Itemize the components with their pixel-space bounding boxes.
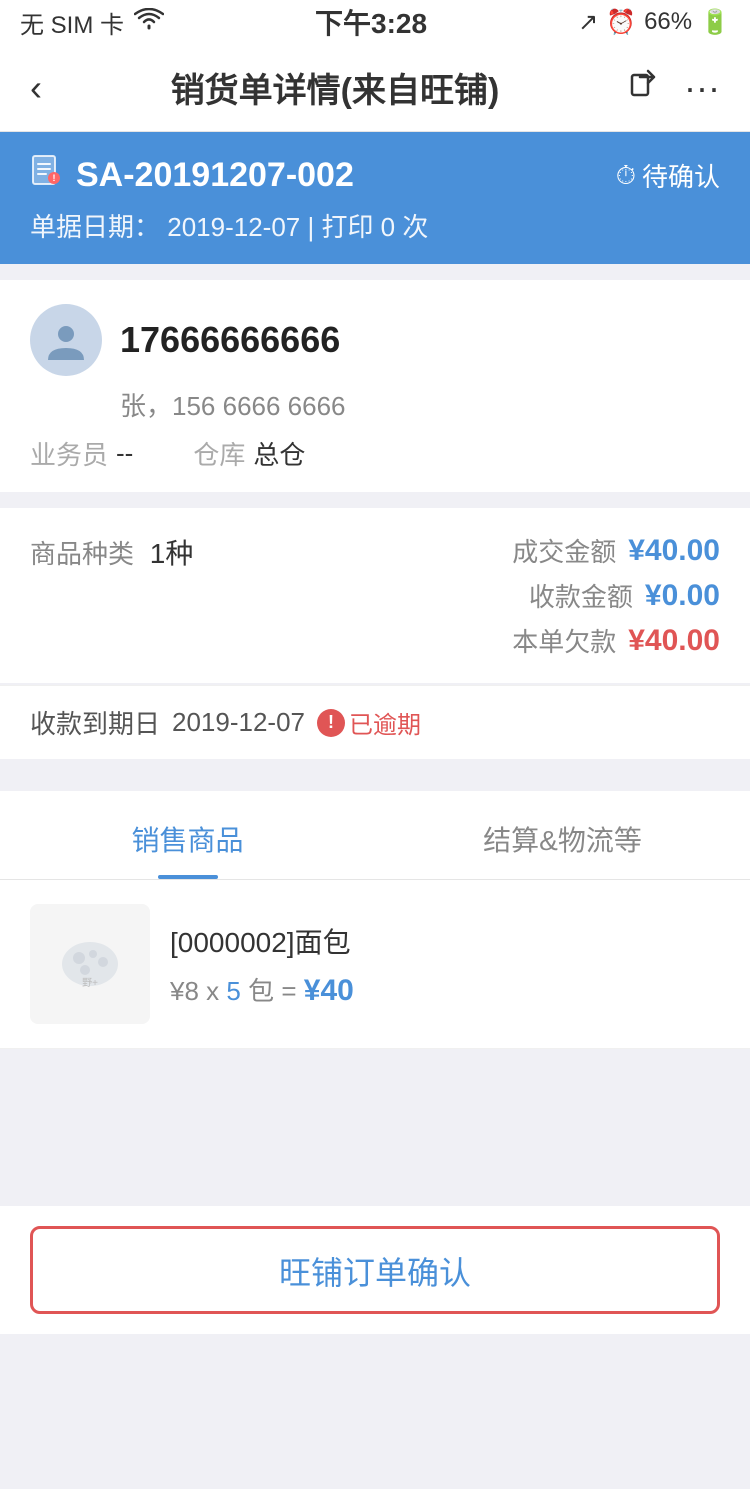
status-bar: 无 SIM 卡 下午3:28 ↗ ⏰ 66% 🔋 <box>0 0 750 44</box>
clock-icon: ⏱ <box>616 160 636 192</box>
due-date-card: 收款到期日 2019-12-07 ! 已逾期 <box>0 685 750 759</box>
separator-1 <box>0 492 750 508</box>
collected-amount-label: 收款金额 <box>529 577 633 614</box>
multiply-sign: x <box>206 976 226 1006</box>
summary-card: 商品种类 1种 成交金额 ¥40.00 收款金额 ¥0.00 本单欠款 ¥40.… <box>0 508 750 683</box>
unit: 包 <box>248 976 274 1006</box>
due-date-label: 收款到期日 <box>30 704 160 741</box>
product-name: [0000002]面包 <box>170 921 720 961</box>
equals-sign: = <box>281 976 303 1006</box>
product-list: 野+ [0000002]面包 ¥8 x 5 包 = ¥40 <box>0 880 750 1049</box>
customer-phone: 17666666666 <box>120 319 340 361</box>
product-price-row: ¥8 x 5 包 = ¥40 <box>170 971 720 1008</box>
separator-2 <box>0 759 750 775</box>
overdue-badge: ! 已逾期 <box>317 705 421 740</box>
table-row: 野+ [0000002]面包 ¥8 x 5 包 = ¥40 <box>0 880 750 1049</box>
product-type-label: 商品种类 <box>30 539 134 569</box>
warehouse-value: 总仓 <box>253 435 305 472</box>
status-right: ↗ ⏰ 66% 🔋 <box>578 8 730 37</box>
product-info: [0000002]面包 ¥8 x 5 包 = ¥40 <box>170 921 720 1008</box>
overdue-text: 已逾期 <box>349 705 421 740</box>
due-date-value: 2019-12-07 <box>172 707 305 738</box>
alarm-icon: ⏰ <box>606 8 636 37</box>
order-id: SA-20191207-002 <box>76 156 354 195</box>
bottom-btn-area: 旺铺订单确认 <box>0 1206 750 1334</box>
back-button[interactable]: ‹ <box>30 67 42 109</box>
avatar <box>30 304 102 376</box>
order-status-badge: ⏱ 待确认 <box>616 157 720 194</box>
svg-text:!: ! <box>53 173 56 183</box>
status-time: 下午3:28 <box>315 2 427 42</box>
share-icon[interactable] <box>628 65 664 110</box>
deal-amount-label: 成交金额 <box>512 532 616 569</box>
total-price: ¥40 <box>304 974 354 1007</box>
svg-text:野+: 野+ <box>82 977 98 989</box>
customer-card: 17666666666 张，156 6666 6666 业务员 -- 仓库 总仓 <box>0 280 750 492</box>
product-type-value: 1种 <box>150 538 194 569</box>
unit-price: ¥8 <box>170 976 199 1006</box>
bottom-spacer <box>0 1349 750 1489</box>
order-number: ! SA-20191207-002 <box>30 154 354 197</box>
status-text: 待确认 <box>642 157 720 194</box>
header-card: ! SA-20191207-002 ⏱ 待确认 单据日期： 2019-12-07… <box>0 132 750 264</box>
tabs-container: 销售商品 结算&物流等 <box>0 791 750 880</box>
product-type-area: 商品种类 1种 <box>30 532 193 572</box>
product-thumbnail: 野+ <box>30 904 150 1024</box>
warehouse-label: 仓库 <box>193 435 245 472</box>
tab-products[interactable]: 销售商品 <box>0 791 375 879</box>
customer-contact: 张，156 6666 6666 <box>120 386 720 423</box>
amounts-area: 成交金额 ¥40.00 收款金额 ¥0.00 本单欠款 ¥40.00 <box>512 532 720 659</box>
confirm-order-button[interactable]: 旺铺订单确认 <box>30 1226 720 1314</box>
battery-text: 66% <box>644 8 692 36</box>
order-doc-icon: ! <box>30 154 64 197</box>
tab-settlement[interactable]: 结算&物流等 <box>375 791 750 879</box>
order-date-line: 单据日期： 2019-12-07 | 打印 0 次 <box>30 207 720 244</box>
owed-amount-value: ¥40.00 <box>628 624 720 658</box>
owed-amount-label: 本单欠款 <box>512 622 616 659</box>
deal-amount-value: ¥40.00 <box>628 534 720 568</box>
collected-amount-value: ¥0.00 <box>645 579 720 613</box>
wifi-icon <box>134 8 164 37</box>
quantity: 5 <box>226 976 240 1006</box>
overdue-warning-icon: ! <box>317 709 345 737</box>
salesman-label: 业务员 <box>30 435 108 472</box>
location-icon: ↗ <box>578 8 598 37</box>
nav-actions: ··· <box>628 65 720 110</box>
status-left: 无 SIM 卡 <box>20 5 164 40</box>
more-icon[interactable]: ··· <box>684 67 720 109</box>
battery-icon: 🔋 <box>700 8 730 37</box>
salesman-value: -- <box>116 438 133 469</box>
nav-bar: ‹ 销货单详情(来自旺铺) ··· <box>0 44 750 132</box>
customer-detail: 业务员 -- 仓库 总仓 <box>30 435 720 472</box>
page-title: 销货单详情(来自旺铺) <box>171 63 500 112</box>
carrier-text: 无 SIM 卡 <box>20 5 124 40</box>
